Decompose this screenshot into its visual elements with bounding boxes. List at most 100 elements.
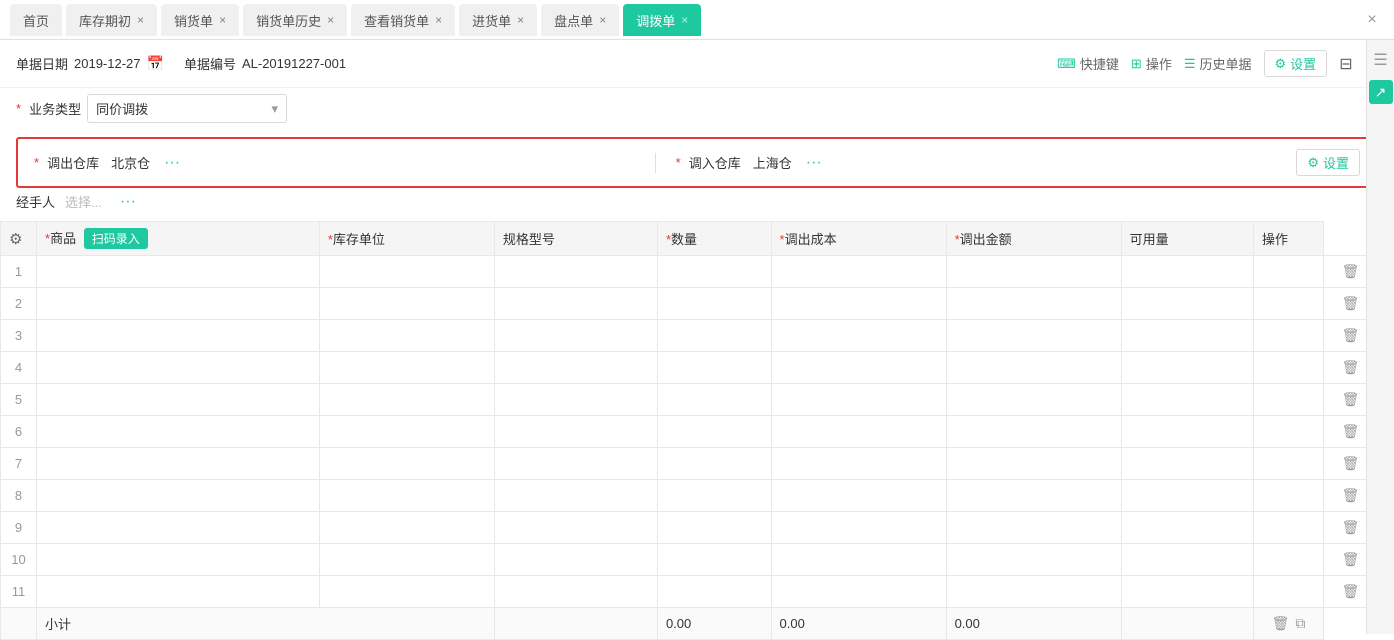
cell-row1-col6[interactable] — [946, 256, 1121, 288]
cell-row2-col8[interactable] — [1254, 288, 1324, 320]
cell-row8-col6[interactable] — [946, 480, 1121, 512]
tab-sales-order-close[interactable]: × — [219, 13, 226, 27]
cell-row10-col4[interactable] — [657, 544, 771, 576]
cell-row2-col1[interactable] — [37, 288, 320, 320]
cell-row7-col4[interactable] — [657, 448, 771, 480]
cell-row6-col8[interactable] — [1254, 416, 1324, 448]
tab-purchase-close[interactable]: × — [517, 13, 524, 27]
cell-row5-col8[interactable] — [1254, 384, 1324, 416]
cell-row7-col5[interactable] — [771, 448, 946, 480]
cell-row8-col7[interactable] — [1121, 480, 1253, 512]
cell-row9-col1[interactable] — [37, 512, 320, 544]
cell-row2-col4[interactable] — [657, 288, 771, 320]
quick-key-btn[interactable]: ⌨ 快捷键 — [1057, 54, 1119, 73]
tab-stocktake-close[interactable]: × — [599, 13, 606, 27]
subtotal-copy-icon[interactable]: ⧉ — [1295, 615, 1305, 632]
operation-btn[interactable]: ⊞ 操作 — [1131, 54, 1172, 73]
cell-row10-col7[interactable] — [1121, 544, 1253, 576]
tab-inventory-init-close[interactable]: × — [137, 13, 144, 27]
cell-row4-col4[interactable] — [657, 352, 771, 384]
cell-row4-col6[interactable] — [946, 352, 1121, 384]
cell-row4-col5[interactable] — [771, 352, 946, 384]
transfer-in-value[interactable]: 上海仓 — [753, 153, 792, 172]
cell-row9-col2[interactable] — [319, 512, 494, 544]
transfer-out-more-icon[interactable]: ··· — [164, 154, 180, 172]
tab-sales-history-close[interactable]: × — [327, 13, 334, 27]
cell-row4-col7[interactable] — [1121, 352, 1253, 384]
delete-icon[interactable]: 🗑 — [1342, 551, 1360, 568]
cell-row6-col2[interactable] — [319, 416, 494, 448]
history-btn[interactable]: ☰ 历史单据 — [1184, 54, 1252, 73]
cell-row4-col3[interactable] — [494, 352, 657, 384]
transfer-in-more-icon[interactable]: ··· — [806, 154, 822, 172]
cell-row1-col8[interactable] — [1254, 256, 1324, 288]
cell-row5-col1[interactable] — [37, 384, 320, 416]
biz-type-select[interactable]: 同价调拨 ▾ — [87, 94, 287, 123]
cell-row3-col4[interactable] — [657, 320, 771, 352]
tab-purchase[interactable]: 进货单 × — [459, 4, 537, 36]
cell-row5-col3[interactable] — [494, 384, 657, 416]
tab-transfer[interactable]: 调拨单 × — [623, 4, 701, 36]
cell-row1-col3[interactable] — [494, 256, 657, 288]
cell-row9-col7[interactable] — [1121, 512, 1253, 544]
sidebar-list-icon[interactable]: ☰ — [1373, 50, 1387, 70]
cell-row2-col6[interactable] — [946, 288, 1121, 320]
cell-row3-col3[interactable] — [494, 320, 657, 352]
cell-row1-col1[interactable] — [37, 256, 320, 288]
cell-row10-col2[interactable] — [319, 544, 494, 576]
cell-row6-col3[interactable] — [494, 416, 657, 448]
cell-row3-col2[interactable] — [319, 320, 494, 352]
subtotal-delete-icon[interactable]: 🗑 — [1272, 615, 1290, 632]
cell-row6-col4[interactable] — [657, 416, 771, 448]
cell-row7-col7[interactable] — [1121, 448, 1253, 480]
table-gear-icon[interactable]: ⚙ — [9, 231, 22, 248]
cell-row2-col5[interactable] — [771, 288, 946, 320]
cell-row5-col2[interactable] — [319, 384, 494, 416]
person-select[interactable]: 选择... — [65, 192, 102, 211]
cell-row2-col7[interactable] — [1121, 288, 1253, 320]
cell-row1-col7[interactable] — [1121, 256, 1253, 288]
cell-row8-col3[interactable] — [494, 480, 657, 512]
delete-icon[interactable]: 🗑 — [1342, 583, 1360, 600]
warehouse-settings-button[interactable]: ⚙ 设置 — [1296, 149, 1360, 176]
cell-row5-col4[interactable] — [657, 384, 771, 416]
scan-button[interactable]: 扫码录入 — [84, 228, 148, 249]
doc-date-value[interactable]: 2019-12-27 — [74, 56, 141, 71]
cell-row4-col8[interactable] — [1254, 352, 1324, 384]
cell-row4-col2[interactable] — [319, 352, 494, 384]
cell-row6-col5[interactable] — [771, 416, 946, 448]
cell-row8-col8[interactable] — [1254, 480, 1324, 512]
person-more-icon[interactable]: ··· — [120, 193, 136, 211]
transfer-out-value[interactable]: 北京仓 — [111, 153, 150, 172]
cell-row11-col3[interactable] — [494, 576, 657, 608]
tab-home[interactable]: 首页 — [10, 4, 62, 36]
cell-row11-col2[interactable] — [319, 576, 494, 608]
cell-row7-col3[interactable] — [494, 448, 657, 480]
cell-row1-col5[interactable] — [771, 256, 946, 288]
cell-row10-col6[interactable] — [946, 544, 1121, 576]
cell-row7-col1[interactable] — [37, 448, 320, 480]
cell-row10-col5[interactable] — [771, 544, 946, 576]
delete-icon[interactable]: 🗑 — [1342, 359, 1360, 376]
cell-row7-col2[interactable] — [319, 448, 494, 480]
cell-row8-col4[interactable] — [657, 480, 771, 512]
delete-icon[interactable]: 🗑 — [1342, 263, 1360, 280]
cell-row8-col2[interactable] — [319, 480, 494, 512]
cell-row9-col4[interactable] — [657, 512, 771, 544]
cell-row3-col6[interactable] — [946, 320, 1121, 352]
tab-stocktake[interactable]: 盘点单 × — [541, 4, 619, 36]
delete-icon[interactable]: 🗑 — [1342, 295, 1360, 312]
cell-row2-col3[interactable] — [494, 288, 657, 320]
cell-row5-col5[interactable] — [771, 384, 946, 416]
cell-row5-col7[interactable] — [1121, 384, 1253, 416]
delete-icon[interactable]: 🗑 — [1342, 391, 1360, 408]
cell-row9-col3[interactable] — [494, 512, 657, 544]
cell-row11-col6[interactable] — [946, 576, 1121, 608]
cell-row3-col1[interactable] — [37, 320, 320, 352]
cell-row9-col5[interactable] — [771, 512, 946, 544]
cell-row8-col1[interactable] — [37, 480, 320, 512]
tab-transfer-close[interactable]: × — [681, 13, 688, 27]
col-gear[interactable]: ⚙ — [1, 222, 37, 256]
cell-row11-col1[interactable] — [37, 576, 320, 608]
cell-row2-col2[interactable] — [319, 288, 494, 320]
